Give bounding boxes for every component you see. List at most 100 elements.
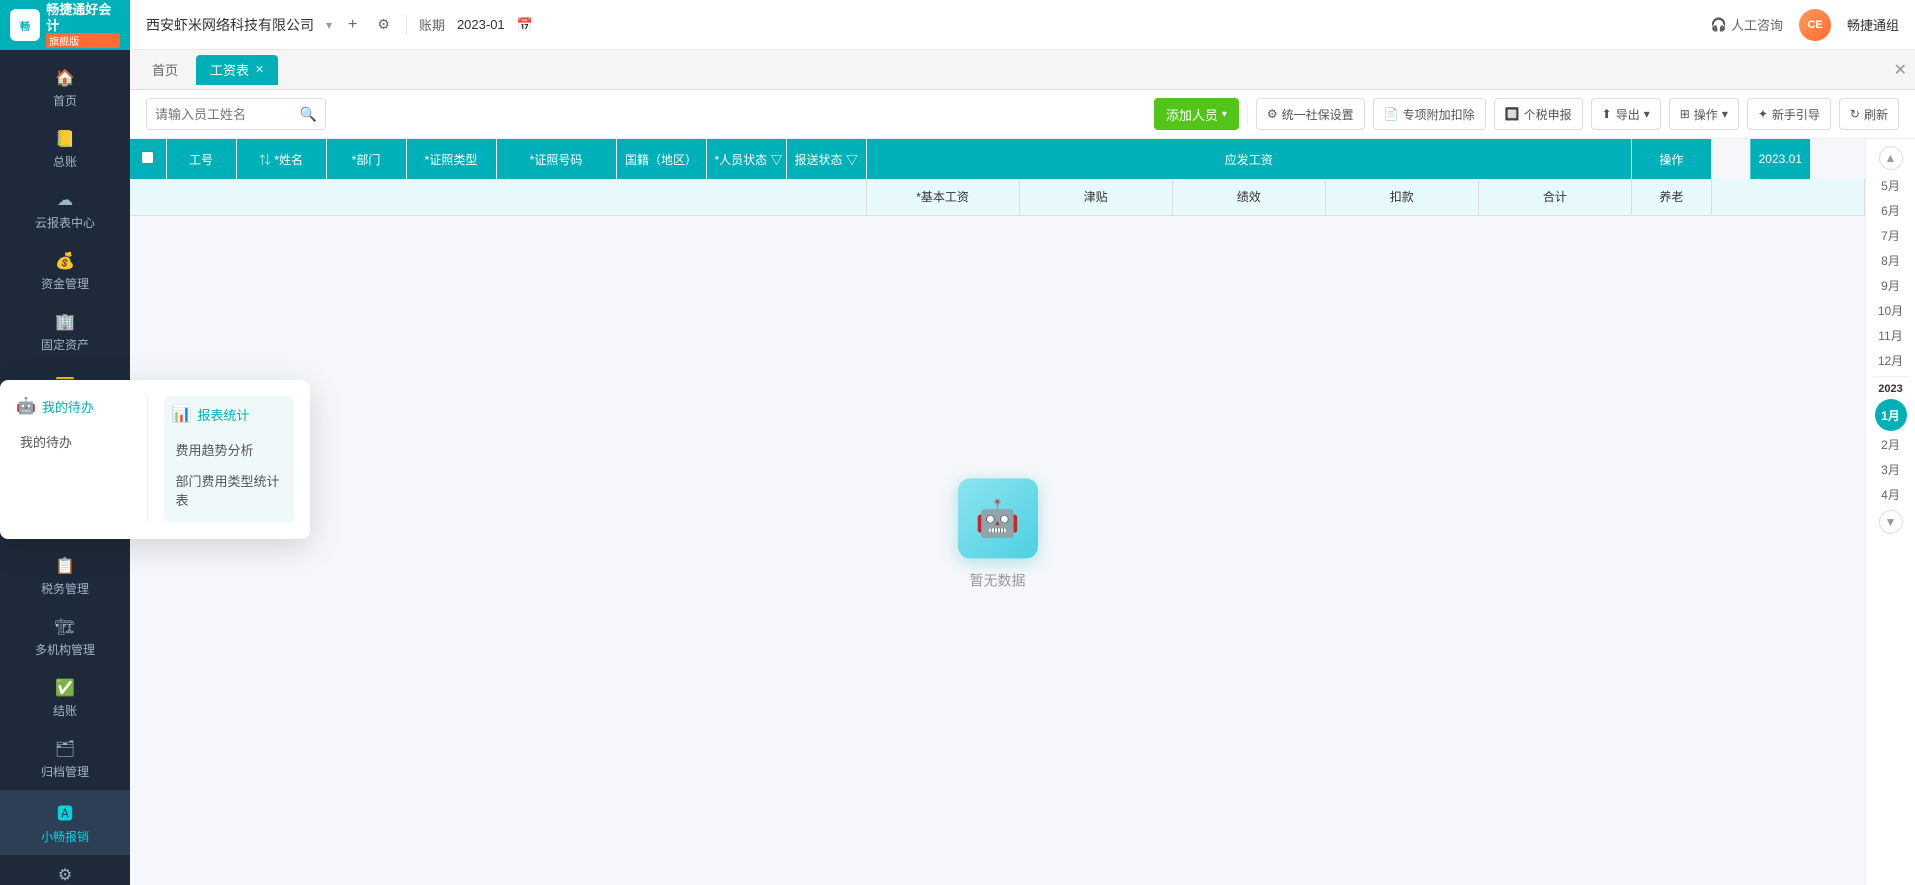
sidebar-item-tax[interactable]: 📋税务管理 [0, 546, 130, 607]
search-btn[interactable]: 🔍 [292, 106, 325, 123]
status-filter-icon[interactable]: ▽ [771, 153, 783, 167]
headset-icon: 🎧 [1711, 17, 1727, 33]
month-sidebar: ▲ 5月 6月 7月 8月 9月 10月 11月 12月 2023 1月 2月 … [1865, 139, 1915, 885]
month-12[interactable]: 12月 [1870, 348, 1912, 373]
social-security-btn[interactable]: ⚙ 统一社保设置 [1256, 98, 1365, 130]
popup-col1-title: 🤖 我的待办 [16, 396, 131, 416]
header-sep-1 [406, 15, 407, 35]
month-4[interactable]: 4月 [1870, 482, 1912, 507]
sidebar-item-multi[interactable]: 🏗多机构管理 [0, 607, 130, 668]
sidebar-item-assets[interactable]: 🏢固定资产 [0, 302, 130, 363]
empty-robot-icon: 🤖 [958, 478, 1038, 558]
popup-menu[interactable]: 🤖 我的待办 我的待办 📊 报表统计 费用趋势分析 部门费用类型统计表 [0, 380, 310, 539]
select-all-checkbox[interactable] [141, 151, 154, 164]
month-10[interactable]: 10月 [1870, 298, 1912, 323]
settings-icon[interactable]: ⚙ [373, 16, 394, 33]
month-11[interactable]: 11月 [1870, 323, 1912, 348]
th-id-type: *证照类型 [406, 139, 496, 179]
social-label: 统一社保设置 [1282, 106, 1354, 123]
main-area: 西安虾米网络科技有限公司 ▾ + ⚙ 账期 2023-01 📅 🎧 人工咨询 C… [130, 0, 1915, 885]
refresh-icon: ↻ [1850, 107, 1860, 121]
sidebar-icon-home: 🏠 [55, 68, 75, 88]
month-7[interactable]: 7月 [1870, 223, 1912, 248]
export-arrow: ▾ [1644, 107, 1650, 121]
month-5[interactable]: 5月 [1870, 173, 1912, 198]
month-2[interactable]: 2月 [1870, 432, 1912, 457]
tasks-icon: 🤖 [16, 396, 36, 416]
popup-item-dept[interactable]: 部门费用类型统计表 [172, 465, 287, 515]
user-avatar[interactable]: CE [1799, 9, 1831, 41]
popup-item-mytask[interactable]: 我的待办 [16, 426, 131, 457]
add-company-btn[interactable]: + [344, 16, 361, 34]
tax-label: 个税申报 [1524, 106, 1572, 123]
empty-state: 🤖 暂无数据 [958, 478, 1038, 590]
add-person-btn[interactable]: 添加人员 ▾ [1154, 98, 1239, 130]
empty-text: 暂无数据 [970, 570, 1026, 590]
ops-btn[interactable]: ⊞ 操作 ▾ [1669, 98, 1739, 130]
sidebar-item-reports[interactable]: ☁云报表中心 [0, 180, 130, 241]
special-label: 专项附加扣除 [1403, 106, 1475, 123]
month-1-active[interactable]: 1月 [1875, 399, 1907, 431]
th-base-salary: *基本工资 [866, 179, 1019, 215]
sidebar-icon-assets: 🏢 [55, 312, 75, 332]
special-deduct-btn[interactable]: 📄 专项附加扣除 [1373, 98, 1486, 130]
customer-service-label: 人工咨询 [1731, 15, 1783, 34]
tab-salary[interactable]: 工资表 ✕ [196, 55, 278, 85]
table-wrap: 工号 ⇅ *姓名 *部门 *证照类型 *证照号码 国籍（地区） *人员状态 ▽ [130, 139, 1865, 885]
popup-divider [147, 396, 148, 523]
customer-service-btn[interactable]: 🎧 人工咨询 [1711, 15, 1783, 34]
sidebar-icon-basic: ⚙ [58, 865, 72, 885]
export-label: 导出 [1616, 106, 1640, 123]
table-subheader-row: *基本工资 津贴 绩效 扣款 合计 养老 [130, 179, 1865, 215]
tab-home[interactable]: 首页 [138, 55, 192, 85]
sidebar-item-archive[interactable]: 🗂归档管理 [0, 729, 130, 790]
th-status: *人员状态 ▽ [706, 139, 786, 179]
month-nav-up[interactable]: ▲ [1879, 146, 1903, 170]
guide-btn[interactable]: ✦ 新手引导 [1747, 98, 1831, 130]
ops-icon: ⊞ [1680, 107, 1690, 121]
sidebar-label-ledger: 总账 [53, 153, 77, 170]
table-month-wrap: 工号 ⇅ *姓名 *部门 *证照类型 *证照号码 国籍（地区） *人员状态 ▽ [130, 139, 1915, 885]
sidebar-item-funds[interactable]: 💰资金管理 [0, 241, 130, 302]
sidebar-item-ledger[interactable]: 📒总账 [0, 119, 130, 180]
th-checkbox[interactable] [130, 139, 166, 179]
company-dropdown[interactable]: ▾ [326, 18, 332, 32]
month-nav-down[interactable]: ▼ [1879, 510, 1903, 534]
sidebar-label-xiaochang: 小畅报销 [41, 828, 89, 845]
sidebar-label-multi: 多机构管理 [35, 641, 95, 658]
popup-item-trend[interactable]: 费用趋势分析 [172, 434, 287, 465]
user-name: 畅捷通组 [1847, 15, 1899, 34]
content-area: 🔍 添加人员 ▾ ⚙ 统一社保设置 📄 专项附加扣除 🔲 个税 [130, 90, 1915, 885]
th-pension: 养老 [1631, 179, 1711, 215]
sidebar-item-basic[interactable]: ⚙基础设置 [0, 855, 130, 885]
send-filter-icon[interactable]: ▽ [846, 153, 858, 167]
add-person-arrow: ▾ [1222, 109, 1227, 120]
month-9[interactable]: 9月 [1870, 273, 1912, 298]
sidebar-item-xiaochang[interactable]: 🅰小畅报销 [0, 790, 130, 855]
sort-icon[interactable]: ⇅ [259, 153, 271, 167]
th-ops-sub [1711, 179, 1864, 215]
guide-label: 新手引导 [1772, 106, 1820, 123]
special-icon: 📄 [1384, 107, 1399, 121]
month-6[interactable]: 6月 [1870, 198, 1912, 223]
refresh-btn[interactable]: ↻ 刷新 [1839, 98, 1899, 130]
sidebar-item-home[interactable]: 🏠首页 [0, 58, 130, 119]
tab-bar: 首页 工资表 ✕ ✕ [130, 50, 1915, 90]
top-header: 西安虾米网络科技有限公司 ▾ + ⚙ 账期 2023-01 📅 🎧 人工咨询 C… [130, 0, 1915, 50]
month-3[interactable]: 3月 [1870, 457, 1912, 482]
tab-area-close[interactable]: ✕ [1894, 60, 1907, 80]
search-input[interactable] [147, 99, 292, 129]
month-8[interactable]: 8月 [1870, 248, 1912, 273]
calendar-icon[interactable]: 📅 [517, 17, 533, 33]
search-wrap: 🔍 [146, 98, 326, 130]
sidebar-logo: 畅 畅捷通好会计 旗舰版 [0, 0, 130, 50]
tab-salary-close[interactable]: ✕ [255, 63, 264, 76]
th-empty-sub [130, 179, 866, 215]
sidebar-item-settle[interactable]: ✅结账 [0, 668, 130, 729]
th-total: 合计 [1478, 179, 1631, 215]
popup-col2-title: 📊 报表统计 [172, 404, 287, 424]
th-dept: *部门 [326, 139, 406, 179]
tax-report-btn[interactable]: 🔲 个税申报 [1494, 98, 1583, 130]
reports-icon: 📊 [172, 404, 192, 424]
export-btn[interactable]: ⬆ 导出 ▾ [1591, 98, 1661, 130]
